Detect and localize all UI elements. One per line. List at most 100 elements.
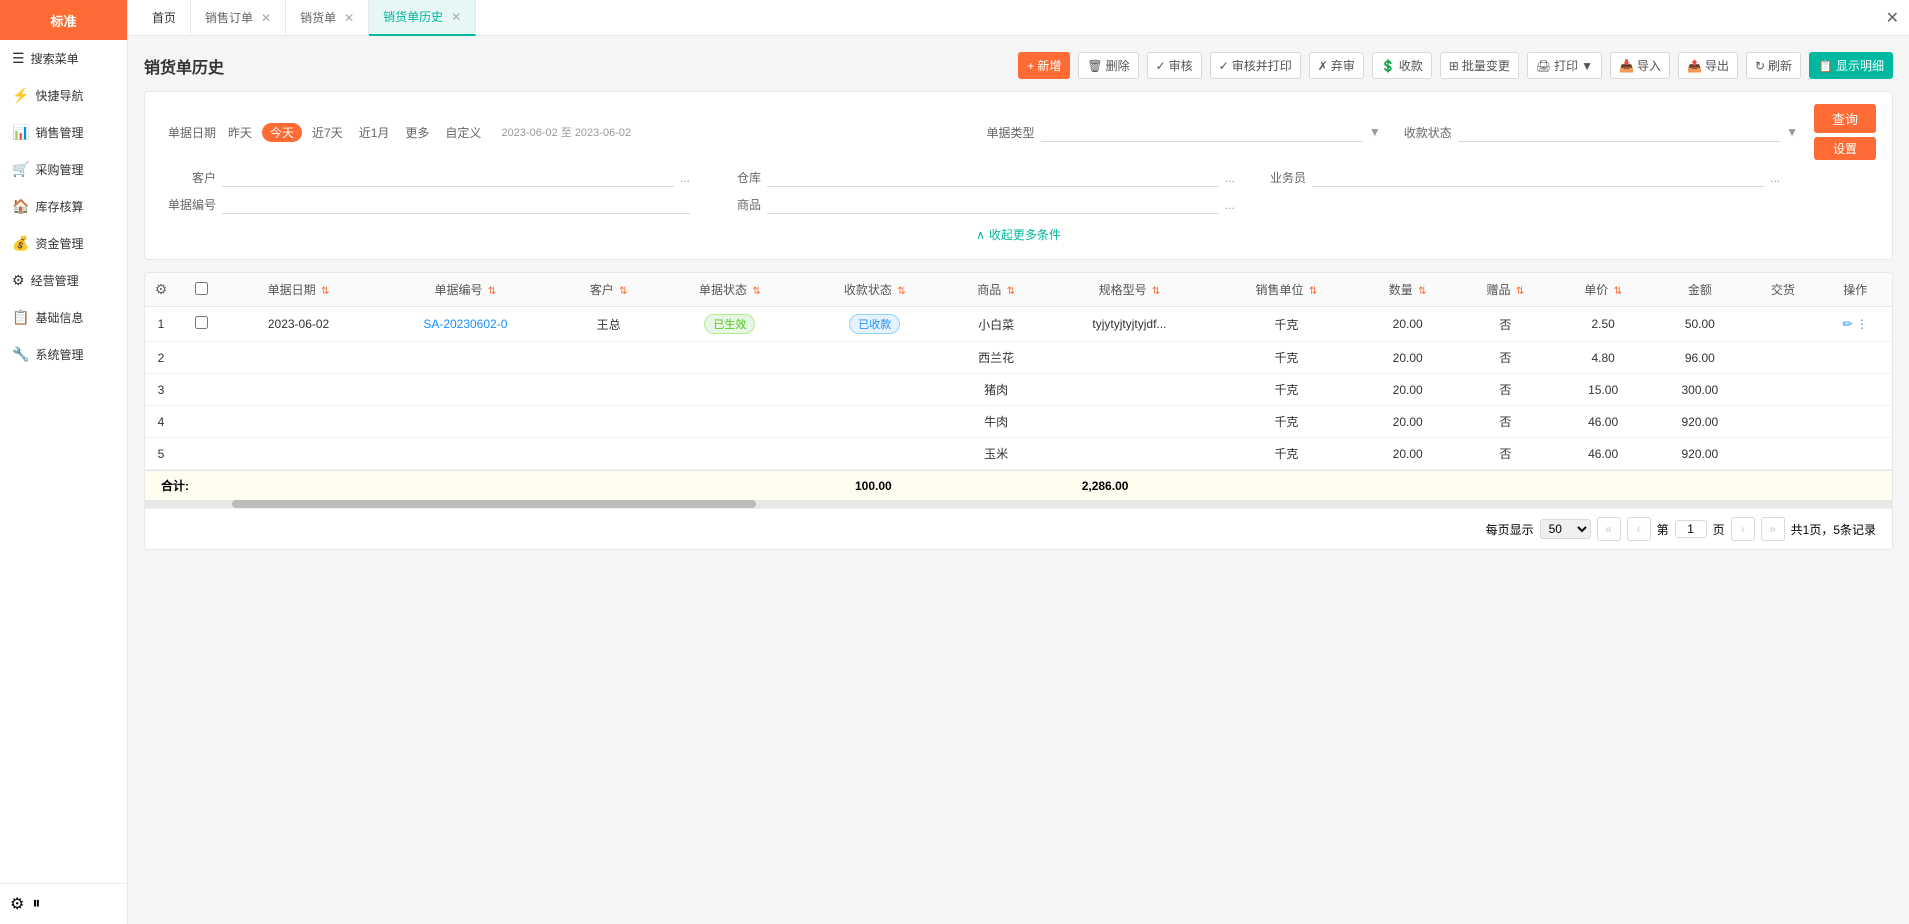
audit-button[interactable]: ✓ 审核	[1147, 52, 1202, 79]
refresh-button[interactable]: ↻ 刷新	[1746, 52, 1801, 79]
th-doc-number[interactable]: 单据编号 ⇅	[371, 273, 560, 307]
table-settings-icon[interactable]: ⚙	[155, 281, 168, 298]
date-btn-7days[interactable]: 近7天	[306, 123, 349, 142]
sidebar-item-sales-mgmt[interactable]: 📊 销售管理	[0, 114, 127, 151]
sidebar-settings-icon[interactable]: ⚙	[10, 894, 24, 914]
quick-nav-icon: ⚡	[12, 87, 29, 104]
date-btn-custom[interactable]: 自定义	[439, 123, 487, 142]
row-actions-0[interactable]: ✏ ⋮	[1818, 307, 1892, 342]
row-goods-2: 猪肉	[947, 374, 1045, 406]
th-settings[interactable]: ⚙	[145, 273, 177, 307]
tab-sales-history-close[interactable]: ✕	[451, 10, 461, 24]
show-detail-button[interactable]: 📋 显示明细	[1809, 52, 1893, 79]
warehouse-more-icon[interactable]: ...	[1225, 171, 1235, 185]
next-page-button[interactable]: ›	[1731, 517, 1755, 541]
salesperson-input[interactable]	[1312, 168, 1764, 187]
collect-button[interactable]: 💲 收款	[1372, 52, 1432, 79]
first-page-button[interactable]: «	[1597, 517, 1621, 541]
audit-print-button[interactable]: ✓ 审核并打印	[1210, 52, 1301, 79]
th-doc-status[interactable]: 单据状态 ⇅	[657, 273, 802, 307]
tab-sales-delivery-close[interactable]: ✕	[344, 11, 354, 25]
th-sales-unit[interactable]: 销售单位 ⇅	[1214, 273, 1359, 307]
collect-status-dropdown-icon[interactable]: ▼	[1786, 125, 1798, 139]
tab-sales-order[interactable]: 销售订单 ✕	[191, 0, 286, 36]
settings-button[interactable]: 设置	[1814, 137, 1876, 160]
collect-status-input[interactable]	[1458, 123, 1780, 142]
row-doc-date-2	[226, 374, 371, 406]
th-collect-status[interactable]: 收款状态 ⇅	[802, 273, 947, 307]
sort-unit-price-icon: ⇅	[1614, 286, 1622, 297]
window-close-icon[interactable]: ✕	[1886, 8, 1899, 28]
prev-page-button[interactable]: ‹	[1627, 517, 1651, 541]
date-btn-yesterday[interactable]: 昨天	[222, 123, 258, 142]
doc-type-input[interactable]	[1041, 123, 1363, 142]
sidebar-item-sys-mgmt[interactable]: 🔧 系统管理	[0, 336, 127, 373]
row-doc-number-1	[371, 342, 560, 374]
doc-type-dropdown-icon[interactable]: ▼	[1369, 125, 1381, 139]
row-collect-status-3	[802, 406, 947, 438]
table-footer: 合计: 100.00 2,286.00	[145, 470, 1892, 500]
horizontal-scrollbar[interactable]	[145, 500, 1892, 508]
doc-number-input[interactable]	[222, 195, 690, 214]
batch-change-button[interactable]: ⊞ 批量变更	[1440, 52, 1519, 79]
customer-input[interactable]	[222, 168, 674, 187]
date-btn-1month[interactable]: 近1月	[353, 123, 396, 142]
row-checkbox-1[interactable]	[177, 342, 226, 374]
sidebar-item-purchase-mgmt[interactable]: 🛒 采购管理	[0, 151, 127, 188]
row-goods-3: 牛肉	[947, 406, 1045, 438]
new-button[interactable]: + 新增	[1018, 52, 1070, 79]
customer-more-icon[interactable]: ...	[680, 171, 690, 185]
row-gift-1: 否	[1457, 342, 1555, 374]
tab-sales-order-close[interactable]: ✕	[261, 11, 271, 25]
export-button[interactable]: 📤 导出	[1678, 52, 1738, 79]
row-transaction-4	[1748, 438, 1819, 470]
tab-sales-history[interactable]: 销货单历史 ✕	[369, 0, 476, 36]
date-btn-more[interactable]: 更多	[399, 123, 435, 142]
tab-sales-delivery[interactable]: 销货单 ✕	[286, 0, 369, 36]
row-doc-status-3	[657, 406, 802, 438]
sidebar-item-inventory-calc[interactable]: 🏠 库存核算	[0, 188, 127, 225]
sidebar-item-basic-info[interactable]: 📋 基础信息	[0, 299, 127, 336]
row-checkbox-2[interactable]	[177, 374, 226, 406]
import-button[interactable]: 📥 导入	[1610, 52, 1670, 79]
th-spec[interactable]: 规格型号 ⇅	[1045, 273, 1214, 307]
delete-button[interactable]: 🗑 删除	[1078, 52, 1138, 79]
collapse-button[interactable]: ∧ 收起更多条件	[161, 222, 1876, 247]
th-doc-date[interactable]: 单据日期 ⇅	[226, 273, 371, 307]
funds-mgmt-icon: 💰	[12, 235, 29, 252]
row-checkbox-4[interactable]	[177, 438, 226, 470]
goods-input[interactable]	[767, 195, 1219, 214]
th-gift[interactable]: 赠品 ⇅	[1457, 273, 1555, 307]
last-page-button[interactable]: »	[1761, 517, 1785, 541]
row-spec-0: tyjytyjtyjtyjdf...	[1045, 307, 1214, 342]
sidebar-collapse-icon[interactable]: ⏸	[32, 895, 40, 913]
top-tabs: 首页 销售订单 ✕ 销货单 ✕ 销货单历史 ✕ ✕	[128, 0, 1909, 36]
warehouse-input[interactable]	[767, 168, 1219, 187]
page-number-input[interactable]	[1675, 520, 1707, 538]
row-checkbox-3[interactable]	[177, 406, 226, 438]
th-customer[interactable]: 客户 ⇅	[560, 273, 658, 307]
row-checkbox-0[interactable]	[177, 307, 226, 342]
salesperson-more-icon[interactable]: ...	[1770, 171, 1780, 185]
sidebar-item-quick-nav[interactable]: ⚡ 快捷导航	[0, 77, 127, 114]
sidebar-item-ops-mgmt[interactable]: ⚙ 经营管理	[0, 262, 127, 299]
abandon-button[interactable]: ✗ 弃审	[1309, 52, 1364, 79]
th-goods[interactable]: 商品 ⇅	[947, 273, 1045, 307]
query-button[interactable]: 查询	[1814, 104, 1876, 133]
row-actions-3	[1818, 406, 1892, 438]
date-btn-today[interactable]: 今天	[262, 123, 302, 142]
sidebar-item-search-menu[interactable]: ☰ 搜索菜单	[0, 40, 127, 77]
sidebar-item-funds-mgmt[interactable]: 💰 资金管理	[0, 225, 127, 262]
th-qty[interactable]: 数量 ⇅	[1359, 273, 1457, 307]
filter-doc-type: 单据类型 ▼	[980, 123, 1381, 142]
table-body: 1 2023-06-02 SA-20230602-0 王总 已生效 已收款 小白…	[145, 307, 1892, 470]
th-unit-price[interactable]: 单价 ⇅	[1554, 273, 1652, 307]
page-size-select[interactable]: 20 50 100	[1540, 519, 1591, 539]
print-button[interactable]: 🖨 打印 ▼	[1527, 52, 1602, 79]
row-doc-number-0[interactable]: SA-20230602-0	[371, 307, 560, 342]
tab-home[interactable]: 首页	[138, 0, 191, 36]
goods-more-icon[interactable]: ...	[1225, 198, 1235, 212]
row-sales-unit-4: 千克	[1214, 438, 1359, 470]
select-all-checkbox[interactable]	[195, 282, 208, 295]
th-checkbox[interactable]	[177, 273, 226, 307]
